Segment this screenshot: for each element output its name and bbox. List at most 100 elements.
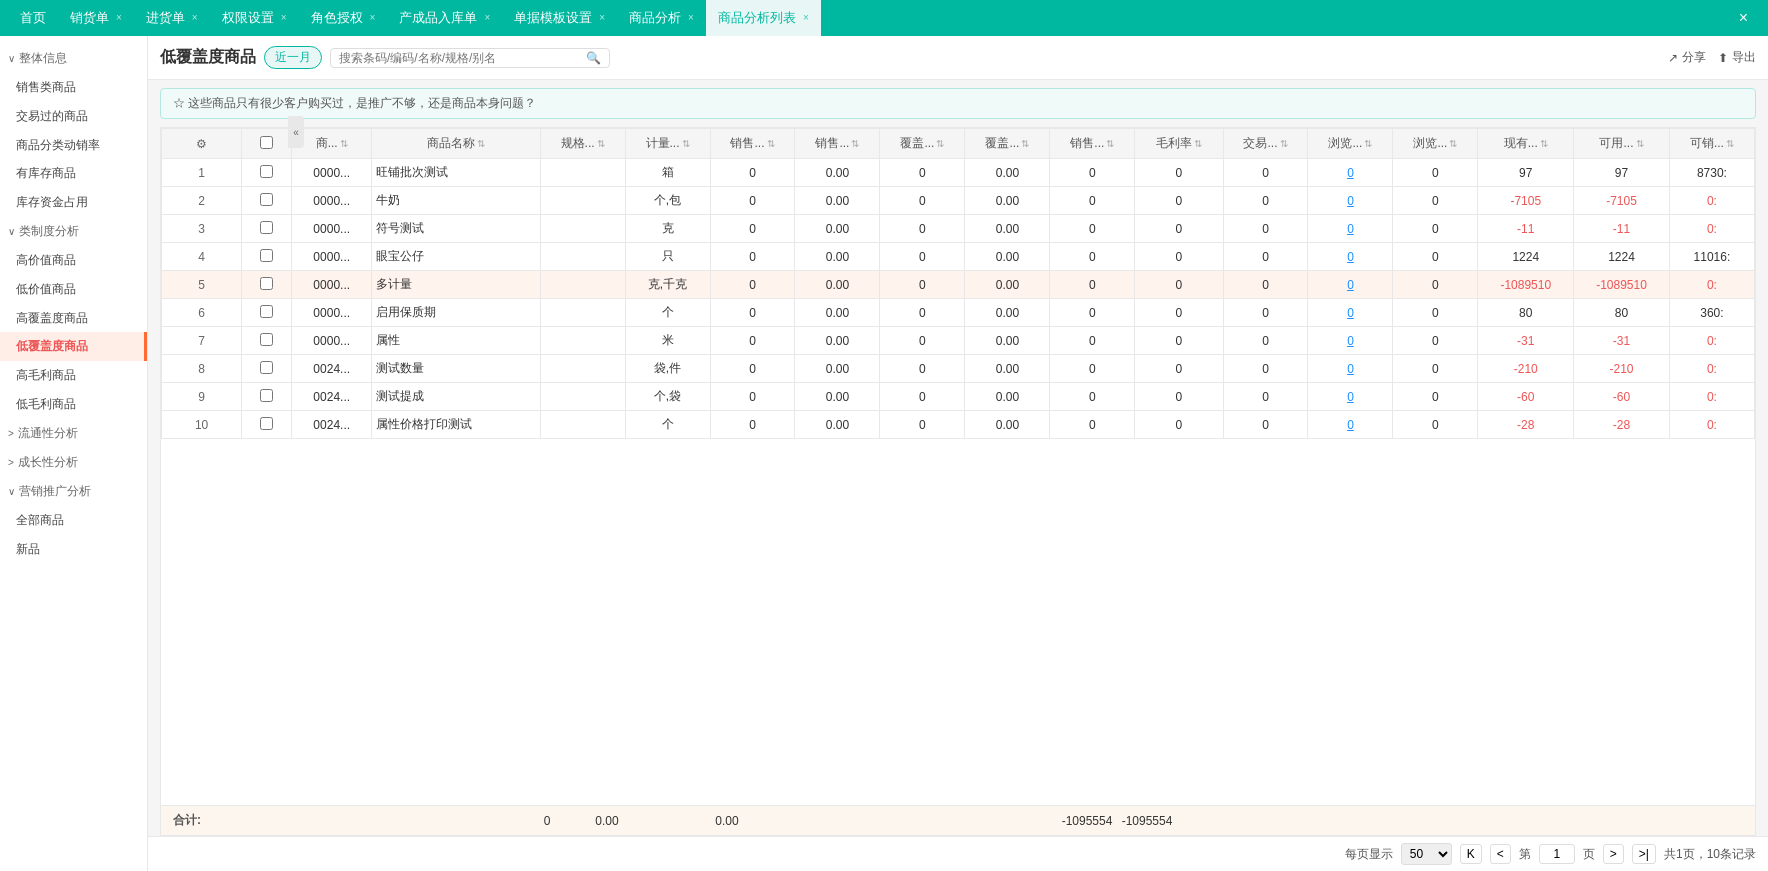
sidebar-item-high-value[interactable]: 高价值商品 [0, 246, 147, 275]
nav-home[interactable]: 首页 [8, 0, 58, 36]
cell-stock: 1224 [1478, 243, 1574, 271]
cell-checkbox[interactable] [242, 159, 292, 187]
col-saleable[interactable]: 可销...⇅ [1669, 129, 1754, 159]
export-button[interactable]: ⬆ 导出 [1718, 49, 1756, 66]
col-available[interactable]: 可用...⇅ [1574, 129, 1670, 159]
col-checkbox[interactable] [242, 129, 292, 159]
cell-sales3: 0 [1050, 411, 1135, 439]
cell-name: 旺铺批次测试 [372, 159, 540, 187]
sidebar-item-high-coverage[interactable]: 高覆盖度商品 [0, 304, 147, 333]
nav-product-analysis[interactable]: 商品分析 × [617, 0, 706, 36]
select-all-checkbox[interactable] [260, 136, 273, 149]
nav-sales-order[interactable]: 销货单 × [58, 0, 134, 36]
share-button[interactable]: ↗ 分享 [1668, 49, 1706, 66]
col-stock[interactable]: 现有...⇅ [1478, 129, 1574, 159]
nav-close-product-analysis[interactable]: × [688, 0, 694, 36]
nav-product-analysis-list[interactable]: 商品分析列表 × [706, 0, 821, 36]
cell-browse1[interactable]: 0 [1308, 299, 1393, 327]
cell-browse1[interactable]: 0 [1308, 327, 1393, 355]
sidebar-item-low-value[interactable]: 低价值商品 [0, 275, 147, 304]
sidebar-item-sales-goods[interactable]: 销售类商品 [0, 73, 147, 102]
sidebar-item-category-turnover[interactable]: 商品分类动销率 [0, 131, 147, 160]
footer-sales-amt: 0.00 [577, 814, 637, 828]
nav-close-permission[interactable]: × [281, 0, 287, 36]
cell-checkbox[interactable] [242, 411, 292, 439]
nav-template-settings[interactable]: 单据模板设置 × [502, 0, 617, 36]
col-sales-amt[interactable]: 销售...⇅ [795, 129, 880, 159]
search-icon[interactable]: 🔍 [586, 51, 601, 65]
sidebar-item-with-stock[interactable]: 有库存商品 [0, 159, 147, 188]
sidebar-item-high-margin[interactable]: 高毛利商品 [0, 361, 147, 390]
cell-checkbox[interactable] [242, 187, 292, 215]
sidebar-section-marketing[interactable]: ∨ 营销推广分析 [0, 477, 147, 506]
cell-checkbox[interactable] [242, 383, 292, 411]
col-gear[interactable]: ⚙ [162, 129, 242, 159]
nav-permission[interactable]: 权限设置 × [210, 0, 299, 36]
col-coverage2[interactable]: 覆盖...⇅ [965, 129, 1050, 159]
cell-margin: 0 [1135, 355, 1223, 383]
cell-browse1[interactable]: 0 [1308, 187, 1393, 215]
last-page-button[interactable]: >| [1632, 844, 1656, 864]
search-input[interactable] [339, 51, 582, 65]
cell-browse2: 0 [1393, 271, 1478, 299]
col-browse1[interactable]: 浏览...⇅ [1308, 129, 1393, 159]
nav-close-purchase-order[interactable]: × [192, 0, 198, 36]
cell-browse1[interactable]: 0 [1308, 355, 1393, 383]
col-name[interactable]: 商品名称⇅ [372, 129, 540, 159]
next-page-button[interactable]: > [1603, 844, 1624, 864]
filter-period-button[interactable]: 近一月 [264, 46, 322, 69]
cell-trade: 0 [1223, 271, 1308, 299]
col-trade[interactable]: 交易...⇅ [1223, 129, 1308, 159]
first-page-button[interactable]: K [1460, 844, 1482, 864]
data-table-container[interactable]: ⚙ 商...⇅ 商品名称⇅ 规格...⇅ 计量...⇅ 销售...⇅ 销售...… [160, 127, 1756, 806]
col-coverage1[interactable]: 覆盖...⇅ [880, 129, 965, 159]
sidebar-section-liquidity[interactable]: > 流通性分析 [0, 419, 147, 448]
cell-sales3: 0 [1050, 243, 1135, 271]
sidebar-item-low-coverage[interactable]: 低覆盖度商品 [0, 332, 147, 361]
cell-browse1[interactable]: 0 [1308, 215, 1393, 243]
cell-browse1[interactable]: 0 [1308, 383, 1393, 411]
window-close-button[interactable]: × [1727, 9, 1760, 27]
nav-product-warehouse[interactable]: 产成品入库单 × [387, 0, 502, 36]
sidebar-item-stock-capital[interactable]: 库存资金占用 [0, 188, 147, 217]
nav-close-template-settings[interactable]: × [599, 0, 605, 36]
sidebar-item-all-goods[interactable]: 全部商品 [0, 506, 147, 535]
col-sales-qty[interactable]: 销售...⇅ [710, 129, 795, 159]
sidebar-item-new-goods[interactable]: 新品 [0, 535, 147, 564]
col-unit[interactable]: 计量...⇅ [625, 129, 710, 159]
col-sales3[interactable]: 销售...⇅ [1050, 129, 1135, 159]
nav-close-product-analysis-list[interactable]: × [803, 0, 809, 36]
nav-close-role-auth[interactable]: × [370, 0, 376, 36]
sidebar-section-growth[interactable]: > 成长性分析 [0, 448, 147, 477]
col-margin[interactable]: 毛利率⇅ [1135, 129, 1223, 159]
cell-browse1[interactable]: 0 [1308, 159, 1393, 187]
nav-close-product-warehouse[interactable]: × [484, 0, 490, 36]
cell-checkbox[interactable] [242, 271, 292, 299]
col-browse2[interactable]: 浏览...⇅ [1393, 129, 1478, 159]
cell-checkbox[interactable] [242, 327, 292, 355]
cell-checkbox[interactable] [242, 299, 292, 327]
prev-page-button[interactable]: < [1490, 844, 1511, 864]
sidebar-item-traded-goods[interactable]: 交易过的商品 [0, 102, 147, 131]
cell-cover1: 0 [880, 355, 965, 383]
cell-browse1[interactable]: 0 [1308, 243, 1393, 271]
sidebar-section-category[interactable]: ∨ 类制度分析 [0, 217, 147, 246]
page-size-select[interactable]: 50 10 20 100 [1401, 843, 1452, 865]
cell-browse1[interactable]: 0 [1308, 411, 1393, 439]
sidebar-section-overall[interactable]: ∨ 整体信息 [0, 44, 147, 73]
sidebar-collapse-button[interactable]: « [288, 116, 304, 148]
cell-sales-amt: 0.00 [795, 215, 880, 243]
nav-role-auth[interactable]: 角色授权 × [299, 0, 388, 36]
cell-name: 符号测试 [372, 215, 540, 243]
col-spec[interactable]: 规格...⇅ [540, 129, 625, 159]
page-number-input[interactable] [1539, 844, 1575, 864]
cell-checkbox[interactable] [242, 215, 292, 243]
cell-code: 0000... [292, 243, 372, 271]
nav-purchase-order[interactable]: 进货单 × [134, 0, 210, 36]
cell-checkbox[interactable] [242, 243, 292, 271]
nav-close-sales-order[interactable]: × [116, 0, 122, 36]
sidebar-item-low-margin[interactable]: 低毛利商品 [0, 390, 147, 419]
cell-checkbox[interactable] [242, 355, 292, 383]
cell-browse1[interactable]: 0 [1308, 271, 1393, 299]
gear-icon[interactable]: ⚙ [196, 137, 207, 151]
